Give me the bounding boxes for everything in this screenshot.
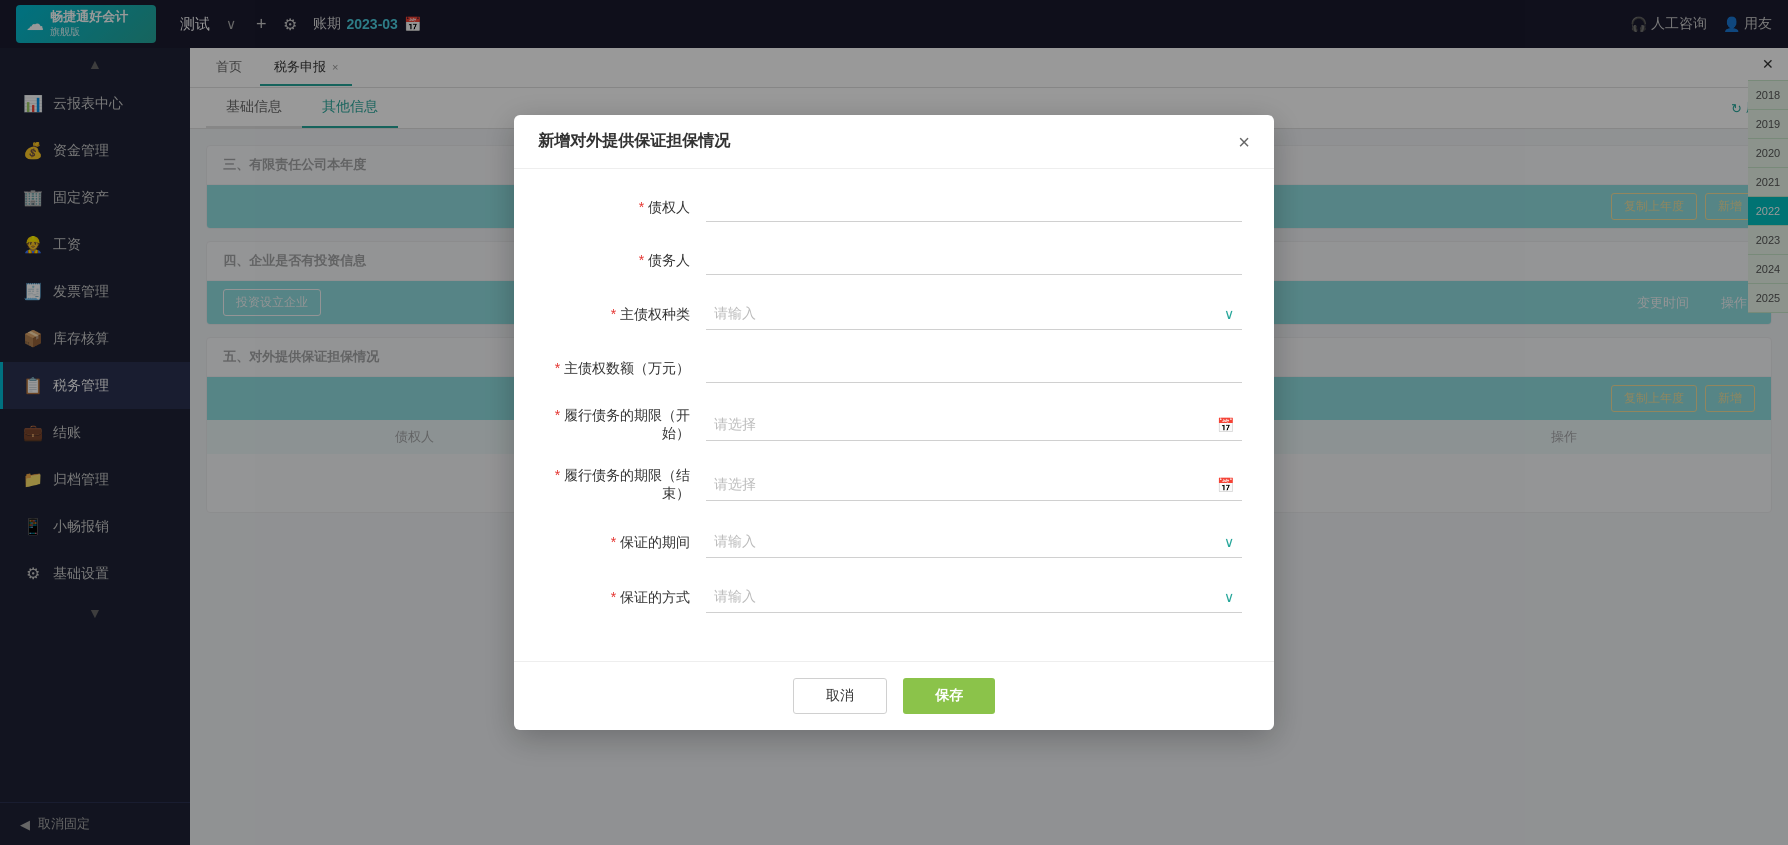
guarantee-period-select[interactable]: 请输入 ∨: [706, 527, 1242, 558]
required-indicator: *: [555, 407, 560, 423]
form-row-debtor: * 债务人: [546, 246, 1242, 275]
required-indicator: *: [611, 306, 616, 322]
required-indicator: *: [639, 199, 644, 215]
period-start-label: * 履行债务的期限（开始）: [546, 407, 706, 443]
save-button[interactable]: 保存: [903, 678, 995, 714]
modal-close-button[interactable]: ×: [1238, 132, 1250, 152]
required-indicator: *: [555, 467, 560, 483]
required-indicator: *: [611, 534, 616, 550]
debt-amount-label: * 主债权数额（万元）: [546, 360, 706, 378]
modal-body: * 债权人 * 债务人 * 主债权种类 请输入: [514, 169, 1274, 661]
modal-footer: 取消 保存: [514, 661, 1274, 730]
required-indicator: *: [639, 252, 644, 268]
guarantee-method-placeholder: 请输入: [714, 588, 1224, 606]
period-end-date-picker[interactable]: 请选择 📅: [706, 470, 1242, 501]
form-row-debt-amount: * 主债权数额（万元）: [546, 354, 1242, 383]
period-end-label: * 履行债务的期限（结束）: [546, 467, 706, 503]
required-indicator: *: [555, 360, 560, 376]
debt-type-select[interactable]: 请输入 ∨: [706, 299, 1242, 330]
guarantee-period-label: * 保证的期间: [546, 534, 706, 552]
debtor-input[interactable]: [706, 246, 1242, 275]
form-row-period-end: * 履行债务的期限（结束） 请选择 📅: [546, 467, 1242, 503]
period-end-placeholder: 请选择: [714, 476, 1217, 494]
calendar-end-icon: 📅: [1217, 477, 1234, 493]
creditor-label: * 债权人: [546, 199, 706, 217]
cancel-button[interactable]: 取消: [793, 678, 887, 714]
period-start-date-picker[interactable]: 请选择 📅: [706, 410, 1242, 441]
guarantee-method-chevron-icon: ∨: [1224, 589, 1234, 605]
debt-type-label: * 主债权种类: [546, 306, 706, 324]
modal-header: 新增对外提供保证担保情况 ×: [514, 115, 1274, 169]
guarantee-period-chevron-icon: ∨: [1224, 534, 1234, 550]
modal-title: 新增对外提供保证担保情况: [538, 131, 730, 152]
form-row-guarantee-period: * 保证的期间 请输入 ∨: [546, 527, 1242, 558]
debt-amount-input[interactable]: [706, 354, 1242, 383]
form-row-period-start: * 履行债务的期限（开始） 请选择 📅: [546, 407, 1242, 443]
debtor-label: * 债务人: [546, 252, 706, 270]
form-row-debt-type: * 主债权种类 请输入 ∨: [546, 299, 1242, 330]
creditor-input[interactable]: [706, 193, 1242, 222]
guarantee-period-placeholder: 请输入: [714, 533, 1224, 551]
debt-type-placeholder: 请输入: [714, 305, 1224, 323]
guarantee-method-label: * 保证的方式: [546, 589, 706, 607]
required-indicator: *: [611, 589, 616, 605]
add-guarantee-modal: 新增对外提供保证担保情况 × * 债权人 * 债务人: [514, 115, 1274, 730]
calendar-start-icon: 📅: [1217, 417, 1234, 433]
period-start-placeholder: 请选择: [714, 416, 1217, 434]
guarantee-method-select[interactable]: 请输入 ∨: [706, 582, 1242, 613]
debt-type-chevron-icon: ∨: [1224, 306, 1234, 322]
form-row-guarantee-method: * 保证的方式 请输入 ∨: [546, 582, 1242, 613]
form-row-creditor: * 债权人: [546, 193, 1242, 222]
modal-overlay: 新增对外提供保证担保情况 × * 债权人 * 债务人: [0, 0, 1788, 845]
